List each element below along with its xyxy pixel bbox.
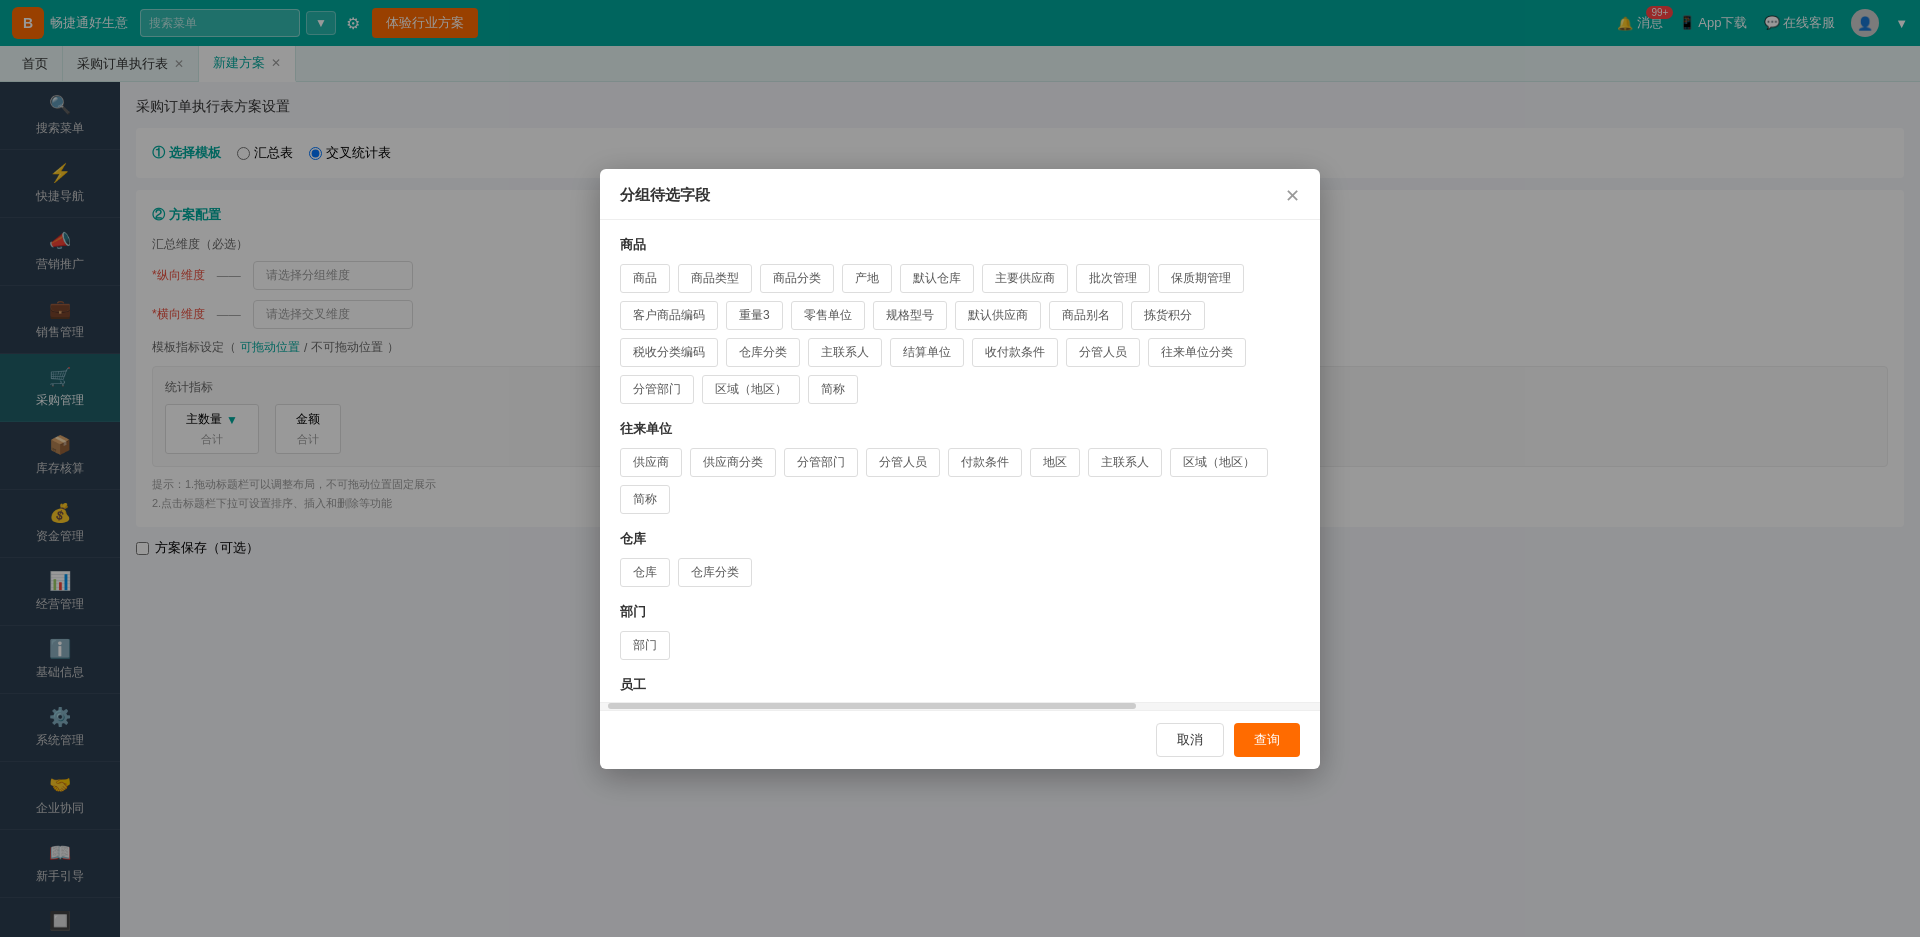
section-warehouse: 仓库 仓库 仓库分类 bbox=[620, 530, 1300, 587]
field-tag-goods-type[interactable]: 商品类型 bbox=[678, 264, 752, 293]
field-tag-customer-sku[interactable]: 客户商品编码 bbox=[620, 301, 718, 330]
section-partner-fields: 供应商 供应商分类 分管部门 分管人员 付款条件 地区 主联系人 区域（地区） … bbox=[620, 448, 1300, 514]
field-tag-batch-mgmt[interactable]: 批次管理 bbox=[1076, 264, 1150, 293]
section-partner-title: 往来单位 bbox=[620, 420, 1300, 438]
field-tag-region-goods[interactable]: 区域（地区） bbox=[702, 375, 800, 404]
field-tag-person-partner[interactable]: 分管人员 bbox=[866, 448, 940, 477]
field-tag-short-name-goods[interactable]: 简称 bbox=[808, 375, 858, 404]
section-goods-fields: 商品 商品类型 商品分类 产地 默认仓库 主要供应商 批次管理 保质期管理 客户… bbox=[620, 264, 1300, 404]
modal-hscroll[interactable] bbox=[600, 702, 1320, 710]
field-tag-dept[interactable]: 部门 bbox=[620, 631, 670, 660]
section-goods: 商品 商品 商品类型 商品分类 产地 默认仓库 主要供应商 批次管理 保质期管理… bbox=[620, 236, 1300, 404]
section-goods-title: 商品 bbox=[620, 236, 1300, 254]
modal-close-button[interactable]: ✕ bbox=[1285, 185, 1300, 207]
section-warehouse-title: 仓库 bbox=[620, 530, 1300, 548]
field-tag-main-supplier[interactable]: 主要供应商 bbox=[982, 264, 1068, 293]
field-tag-goods[interactable]: 商品 bbox=[620, 264, 670, 293]
field-tag-settlement-unit[interactable]: 结算单位 bbox=[890, 338, 964, 367]
section-dept-fields: 部门 bbox=[620, 631, 1300, 660]
field-tag-area-partner[interactable]: 地区 bbox=[1030, 448, 1080, 477]
modal: 分组待选字段 ✕ 商品 商品 商品类型 商品分类 产地 默认仓库 主要供应商 批… bbox=[600, 169, 1320, 769]
field-tag-default-supplier[interactable]: 默认供应商 bbox=[955, 301, 1041, 330]
field-tag-main-contact-partner[interactable]: 主联系人 bbox=[1088, 448, 1162, 477]
section-partner: 往来单位 供应商 供应商分类 分管部门 分管人员 付款条件 地区 主联系人 区域… bbox=[620, 420, 1300, 514]
modal-body: 商品 商品 商品类型 商品分类 产地 默认仓库 主要供应商 批次管理 保质期管理… bbox=[600, 220, 1320, 702]
field-tag-main-contact[interactable]: 主联系人 bbox=[808, 338, 882, 367]
cancel-button[interactable]: 取消 bbox=[1156, 723, 1224, 757]
field-tag-warehouse[interactable]: 仓库 bbox=[620, 558, 670, 587]
field-tag-shelf-life[interactable]: 保质期管理 bbox=[1158, 264, 1244, 293]
modal-title: 分组待选字段 bbox=[620, 186, 710, 205]
section-employee-title: 员工 bbox=[620, 676, 1300, 694]
field-tag-dept-mgmt[interactable]: 分管部门 bbox=[620, 375, 694, 404]
field-tag-partner-category[interactable]: 往来单位分类 bbox=[1148, 338, 1246, 367]
field-tag-manager[interactable]: 分管人员 bbox=[1066, 338, 1140, 367]
section-dept: 部门 部门 bbox=[620, 603, 1300, 660]
field-tag-warehouse-category[interactable]: 仓库分类 bbox=[726, 338, 800, 367]
field-tag-tax-code[interactable]: 税收分类编码 bbox=[620, 338, 718, 367]
section-employee: 员工 业务员 bbox=[620, 676, 1300, 702]
field-tag-retail-unit[interactable]: 零售单位 bbox=[791, 301, 865, 330]
modal-footer: 取消 查询 bbox=[600, 710, 1320, 769]
field-tag-pick-points[interactable]: 拣货积分 bbox=[1131, 301, 1205, 330]
modal-overlay: 分组待选字段 ✕ 商品 商品 商品类型 商品分类 产地 默认仓库 主要供应商 批… bbox=[0, 0, 1920, 937]
hscroll-thumb bbox=[608, 703, 1136, 709]
field-tag-spec-model[interactable]: 规格型号 bbox=[873, 301, 947, 330]
field-tag-short-name-partner[interactable]: 简称 bbox=[620, 485, 670, 514]
field-tag-default-warehouse[interactable]: 默认仓库 bbox=[900, 264, 974, 293]
field-tag-goods-category[interactable]: 商品分类 bbox=[760, 264, 834, 293]
section-warehouse-fields: 仓库 仓库分类 bbox=[620, 558, 1300, 587]
modal-header: 分组待选字段 ✕ bbox=[600, 169, 1320, 220]
section-dept-title: 部门 bbox=[620, 603, 1300, 621]
field-tag-origin[interactable]: 产地 bbox=[842, 264, 892, 293]
field-tag-pay-terms-partner[interactable]: 付款条件 bbox=[948, 448, 1022, 477]
field-tag-supplier-category[interactable]: 供应商分类 bbox=[690, 448, 776, 477]
field-tag-region-partner[interactable]: 区域（地区） bbox=[1170, 448, 1268, 477]
field-tag-supplier[interactable]: 供应商 bbox=[620, 448, 682, 477]
field-tag-weight[interactable]: 重量3 bbox=[726, 301, 783, 330]
confirm-button[interactable]: 查询 bbox=[1234, 723, 1300, 757]
field-tag-dept-partner[interactable]: 分管部门 bbox=[784, 448, 858, 477]
field-tag-warehouse-cat[interactable]: 仓库分类 bbox=[678, 558, 752, 587]
field-tag-payment-terms[interactable]: 收付款条件 bbox=[972, 338, 1058, 367]
field-tag-goods-alias[interactable]: 商品别名 bbox=[1049, 301, 1123, 330]
